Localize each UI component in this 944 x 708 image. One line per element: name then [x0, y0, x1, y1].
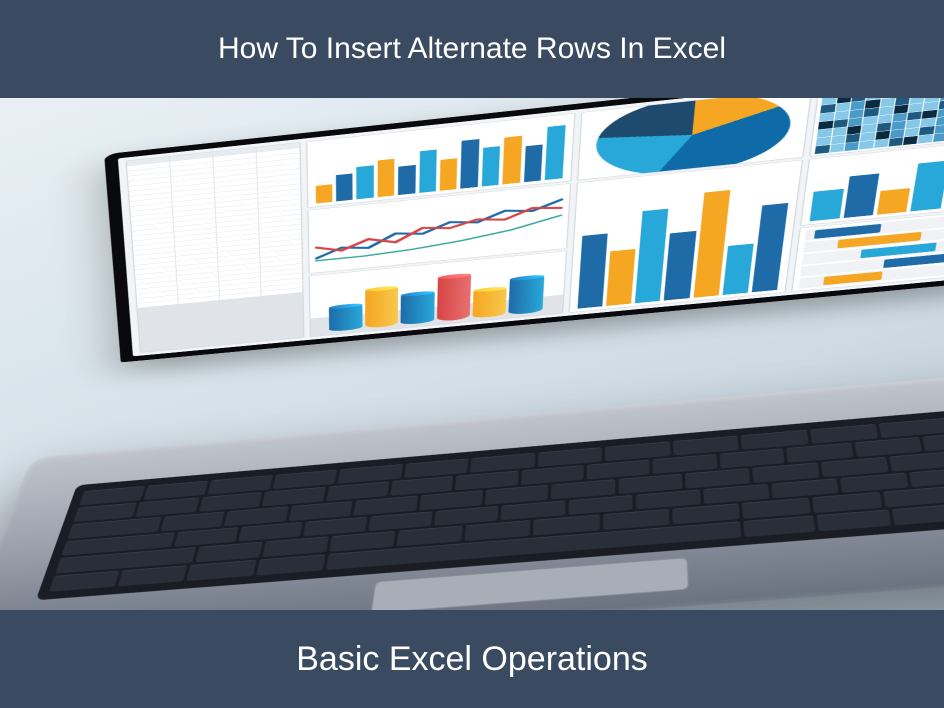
top-banner: How To Insert Alternate Rows In Excel: [0, 0, 944, 98]
laptop-screen-content: [118, 98, 944, 356]
page-title: How To Insert Alternate Rows In Excel: [218, 32, 726, 66]
laptop-screen-frame: [104, 98, 944, 362]
bar-chart-panel-2: [568, 160, 803, 313]
bottom-banner: Basic Excel Operations: [0, 610, 944, 708]
spreadsheet-panel: [126, 142, 304, 353]
laptop-illustration: [0, 171, 944, 610]
hero-image: [0, 98, 944, 610]
subtitle: Basic Excel Operations: [296, 640, 648, 679]
laptop-base: [0, 366, 944, 610]
laptop-keyboard: [36, 404, 944, 600]
